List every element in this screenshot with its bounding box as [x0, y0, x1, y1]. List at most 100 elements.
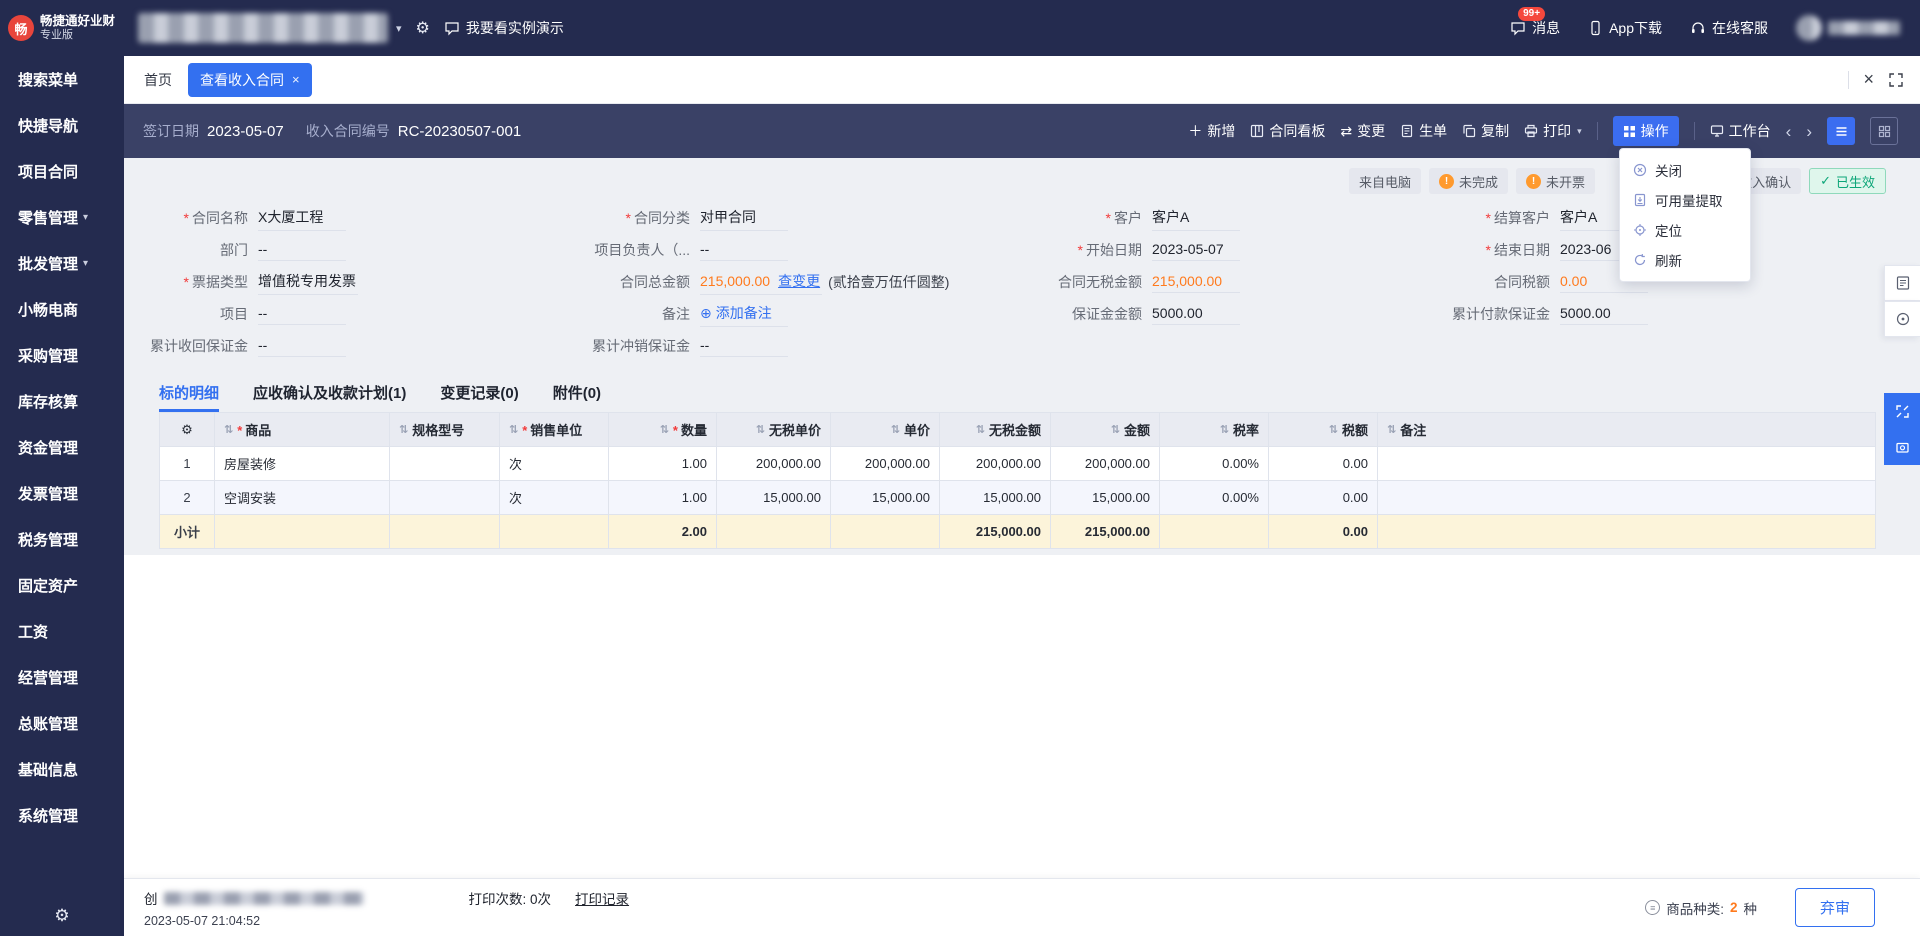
service-float-icon[interactable]: [1884, 301, 1920, 337]
subtotal-notax-amount: 215,000.00: [939, 514, 1051, 549]
chevron-down-icon[interactable]: ▾: [396, 22, 402, 35]
column-header[interactable]: 无税金额: [989, 420, 1041, 439]
table-row[interactable]: 1 房屋装修 次 1.00 200,000.00 200,000.00 200,…: [159, 446, 1876, 481]
close-icon[interactable]: ×: [1863, 69, 1874, 90]
tab-attachments[interactable]: 附件(0): [553, 382, 601, 412]
tab-receivable-plan[interactable]: 应收确认及收款计划(1): [253, 382, 406, 412]
next-arrow-icon[interactable]: ›: [1806, 123, 1812, 140]
category-unit: 种: [1743, 901, 1757, 917]
sidebar-item-wholesale[interactable]: 批发管理 ▾: [0, 240, 124, 286]
sort-icon[interactable]: ⇅: [1111, 423, 1120, 436]
print-button[interactable]: 打印 ▾: [1524, 121, 1582, 141]
field-label: 备注: [662, 306, 690, 322]
sidebar-item-funds[interactable]: 资金管理: [0, 424, 124, 470]
generate-order-button[interactable]: 生单: [1400, 121, 1447, 141]
column-header[interactable]: 税额: [1342, 420, 1368, 439]
sidebar-item-basic-info[interactable]: 基础信息: [0, 746, 124, 792]
sidebar-item-project-contract[interactable]: 项目合同: [0, 148, 124, 194]
column-header[interactable]: 金额: [1124, 420, 1150, 439]
prev-arrow-icon[interactable]: ‹: [1786, 123, 1792, 140]
row-number: 1: [159, 446, 215, 481]
capture-float-icon[interactable]: [1884, 429, 1920, 465]
sort-icon[interactable]: ⇅: [976, 423, 985, 436]
view-change-link[interactable]: 查变更: [778, 271, 820, 291]
sort-icon[interactable]: ⇅: [399, 423, 408, 436]
contract-board-button[interactable]: 合同看板: [1250, 121, 1325, 141]
sidebar-item-fixed-assets[interactable]: 固定资产: [0, 562, 124, 608]
main-area: ▾ ⚙ 我要看实例演示 99+ 消息 App下载 在线客服 首页 查看收入合同 …: [124, 0, 1920, 936]
tab-home[interactable]: 首页: [144, 70, 172, 90]
menu-item-label: 关闭: [1655, 164, 1682, 179]
sidebar-item-inventory[interactable]: 库存核算: [0, 378, 124, 424]
menu-item-locate[interactable]: 定位: [1620, 215, 1750, 245]
uninvoiced-label: 未开票: [1546, 174, 1586, 190]
column-settings-gear-icon[interactable]: ⚙: [159, 412, 215, 447]
gear-icon[interactable]: ⚙: [416, 18, 430, 38]
sidebar-item-quick-nav[interactable]: 快捷导航: [0, 102, 124, 148]
expand-float-icon[interactable]: [1884, 393, 1920, 429]
cell-price: 200,000.00: [830, 446, 940, 481]
workbench-button[interactable]: 工作台: [1710, 121, 1771, 141]
deposit-value: 5000.00: [1152, 303, 1240, 325]
change-button-label: 变更: [1357, 123, 1386, 139]
field-label: 票据类型: [144, 272, 248, 292]
sidebar-item-ledger[interactable]: 总账管理: [0, 700, 124, 746]
sidebar-item-search-menu[interactable]: 搜索菜单: [0, 56, 124, 102]
copy-button[interactable]: 复制: [1462, 121, 1509, 141]
column-header[interactable]: 单价: [904, 420, 930, 439]
sidebar-item-tax[interactable]: 税务管理: [0, 516, 124, 562]
online-service-label: 在线客服: [1712, 20, 1768, 36]
online-service-button[interactable]: 在线客服: [1690, 18, 1768, 38]
reject-approval-button[interactable]: 弃审: [1794, 888, 1875, 927]
table-row[interactable]: 2 空调安装 次 1.00 15,000.00 15,000.00 15,000…: [159, 480, 1876, 515]
contract-name-value: X大厦工程: [258, 205, 346, 231]
sort-icon[interactable]: ⇅: [224, 423, 233, 436]
column-header[interactable]: 数量: [673, 420, 707, 439]
column-header[interactable]: 商品: [237, 420, 271, 439]
add-button[interactable]: ＋ 新增: [1188, 121, 1235, 141]
org-selector-blurred[interactable]: [138, 13, 388, 43]
notes-panel-icon[interactable]: [1884, 265, 1920, 301]
sort-icon[interactable]: ⇅: [1329, 423, 1338, 436]
menu-item-refresh[interactable]: 刷新: [1620, 245, 1750, 275]
column-header[interactable]: 规格型号: [412, 420, 464, 439]
user-menu[interactable]: [1796, 15, 1900, 41]
sort-icon[interactable]: ⇅: [1387, 423, 1396, 436]
sidebar-item-ecommerce[interactable]: 小畅电商: [0, 286, 124, 332]
menu-item-close[interactable]: 关闭: [1620, 155, 1750, 185]
tab-change-log[interactable]: 变更记录(0): [440, 382, 518, 412]
grid-view-toggle[interactable]: [1870, 117, 1898, 145]
column-header[interactable]: 备注: [1400, 420, 1426, 439]
column-header[interactable]: 税率: [1233, 420, 1259, 439]
field-label: 合同税额: [1494, 274, 1550, 290]
column-header[interactable]: 销售单位: [522, 420, 582, 439]
demo-link[interactable]: 我要看实例演示: [444, 18, 564, 38]
add-remark-link[interactable]: ⊕ 添加备注: [700, 303, 772, 323]
sidebar-item-system[interactable]: 系统管理: [0, 792, 124, 838]
sort-icon[interactable]: ⇅: [1220, 423, 1229, 436]
change-button[interactable]: ⇄ 变更: [1340, 121, 1385, 141]
cell-spec: [389, 446, 500, 481]
settings-gear-icon[interactable]: ⚙: [0, 906, 124, 926]
sort-icon[interactable]: ⇅: [756, 423, 765, 436]
sort-icon[interactable]: ⇅: [660, 423, 669, 436]
sidebar-item-operations[interactable]: 经营管理: [0, 654, 124, 700]
list-icon: [1836, 126, 1846, 136]
sidebar-item-salary[interactable]: 工资: [0, 608, 124, 654]
tab-view-income-contract[interactable]: 查看收入合同 ×: [188, 62, 312, 97]
fullscreen-icon[interactable]: [1888, 72, 1904, 88]
tab-close-icon[interactable]: ×: [292, 72, 300, 87]
list-view-toggle[interactable]: [1827, 117, 1855, 145]
tab-subject-detail[interactable]: 标的明细: [159, 382, 220, 412]
print-log-link[interactable]: 打印记录: [575, 888, 629, 908]
messages-button[interactable]: 99+ 消息: [1510, 7, 1560, 38]
sort-icon[interactable]: ⇅: [891, 423, 900, 436]
sidebar-item-purchase[interactable]: 采购管理: [0, 332, 124, 378]
app-download-button[interactable]: App下载: [1588, 18, 1662, 38]
sidebar-item-invoice[interactable]: 发票管理: [0, 470, 124, 516]
column-header[interactable]: 无税单价: [769, 420, 821, 439]
sidebar-item-retail[interactable]: 零售管理 ▾: [0, 194, 124, 240]
sort-icon[interactable]: ⇅: [509, 423, 518, 436]
action-button[interactable]: 操作: [1612, 116, 1679, 146]
menu-item-available-extract[interactable]: 可用量提取: [1620, 185, 1750, 215]
